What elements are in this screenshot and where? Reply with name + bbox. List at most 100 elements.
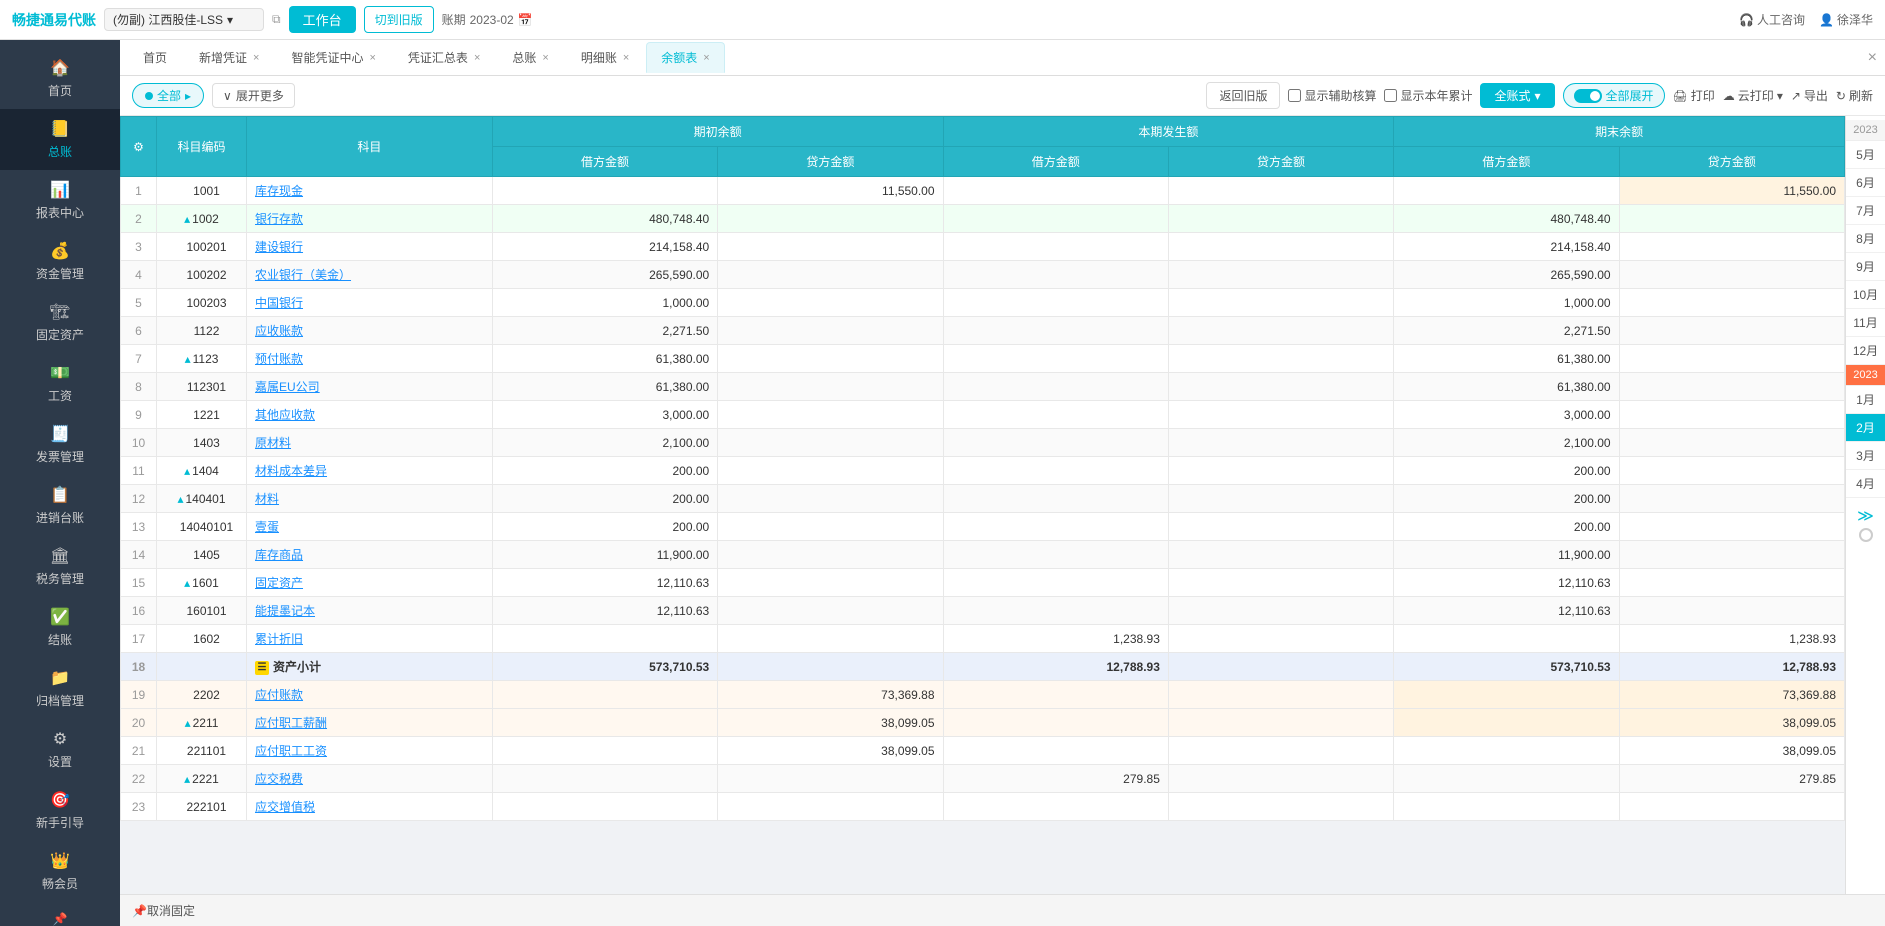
cloud-print-button[interactable]: ☁ 云打印 ▾ — [1723, 87, 1783, 104]
expand-right-icon[interactable]: ≫ — [1857, 506, 1874, 526]
amount-cell — [1168, 345, 1393, 373]
tab-balance-sheet[interactable]: 余额表 × — [646, 42, 724, 73]
row-name[interactable]: 材料 — [247, 485, 493, 513]
tab-new-voucher-close[interactable]: × — [253, 52, 259, 64]
filter-all-button[interactable]: 全部 ▸ — [132, 83, 204, 108]
show-aux-checkbox[interactable]: 显示辅助核算 — [1288, 87, 1376, 104]
row-name[interactable]: 预付账款 — [247, 345, 493, 373]
row-name[interactable]: ☰资产小计 — [247, 653, 493, 681]
amount-cell — [943, 513, 1168, 541]
amount-cell — [718, 261, 943, 289]
tab-voucher-summary-close[interactable]: × — [474, 52, 480, 64]
sidebar-item-settings[interactable]: ⚙ 设置 — [0, 719, 120, 780]
sidebar-item-purchase[interactable]: 📋 进销台账 — [0, 475, 120, 536]
amount-cell — [1168, 205, 1393, 233]
row-name[interactable]: 累计折旧 — [247, 625, 493, 653]
amount-cell: 61,380.00 — [1394, 373, 1619, 401]
amount-cell — [718, 429, 943, 457]
tab-smart-voucher-close[interactable]: × — [369, 52, 375, 64]
row-name[interactable]: 农业银行（美金） — [247, 261, 493, 289]
sidebar-item-archive[interactable]: 📁 归档管理 — [0, 658, 120, 719]
amount-cell: 200.00 — [492, 513, 717, 541]
show-ytd-checkbox[interactable]: 显示本年累计 — [1384, 87, 1472, 104]
tab-general-ledger-close[interactable]: × — [542, 52, 548, 64]
toggle-expand-button[interactable]: 全部展开 — [1563, 83, 1665, 108]
month-4[interactable]: 4月 — [1846, 470, 1885, 498]
company-selector[interactable]: (勿副) 江西股佳-LSS ▾ — [104, 8, 264, 31]
tab-new-voucher[interactable]: 新增凭证 × — [184, 42, 274, 73]
settings-col-header[interactable]: ⚙ — [121, 117, 157, 177]
tab-detail-ledger[interactable]: 明细账 × — [566, 42, 644, 73]
row-name[interactable]: 中国银行 — [247, 289, 493, 317]
user-avatar[interactable]: 👤 徐泽华 — [1819, 11, 1873, 28]
row-name[interactable]: 银行存款 — [247, 205, 493, 233]
tab-general-ledger[interactable]: 总账 × — [497, 42, 563, 73]
month-2[interactable]: 2月 — [1846, 414, 1885, 442]
goback-button[interactable]: 返回旧版 — [1206, 82, 1280, 109]
tab-detail-ledger-close[interactable]: × — [623, 52, 629, 64]
row-name[interactable]: 应付职工薪酬 — [247, 709, 493, 737]
month-10[interactable]: 10月 — [1846, 281, 1885, 309]
sidebar-bottom: 📌 取消固定 — [0, 902, 120, 926]
month-7[interactable]: 7月 — [1846, 197, 1885, 225]
show-ytd-input[interactable] — [1384, 89, 1397, 102]
sidebar-item-funds[interactable]: 💰 资金管理 — [0, 231, 120, 292]
sidebar-item-reports[interactable]: 📊 报表中心 — [0, 170, 120, 231]
copy-icon[interactable]: ⧉ — [272, 12, 281, 27]
amount-cell — [718, 373, 943, 401]
row-code: 1403 — [157, 429, 247, 457]
sidebar-item-assets[interactable]: 🏗 固定资产 — [0, 292, 120, 353]
month-12[interactable]: 12月 — [1846, 337, 1885, 365]
month-5[interactable]: 5月 — [1846, 141, 1885, 169]
unpin-bottom-label[interactable]: 取消固定 — [147, 902, 195, 919]
row-name[interactable]: 应交增值税 — [247, 793, 493, 821]
month-11[interactable]: 11月 — [1846, 309, 1885, 337]
tab-balance-sheet-close[interactable]: × — [703, 52, 709, 64]
row-name[interactable]: 能提墨记本 — [247, 597, 493, 625]
row-name[interactable]: 其他应收款 — [247, 401, 493, 429]
calendar-icon[interactable]: 📅 — [518, 13, 533, 27]
sidebar-item-guide[interactable]: 🎯 新手引导 — [0, 780, 120, 841]
tab-bar-close[interactable]: × — [1868, 49, 1877, 67]
circle-icon — [1859, 528, 1873, 542]
row-name[interactable]: 原材料 — [247, 429, 493, 457]
row-name[interactable]: 应付职工工资 — [247, 737, 493, 765]
sidebar-item-member[interactable]: 👑 畅会员 — [0, 841, 120, 902]
consult-button[interactable]: 🎧 人工咨询 — [1739, 11, 1805, 28]
row-name[interactable]: 固定资产 — [247, 569, 493, 597]
row-no: 3 — [121, 233, 157, 261]
export-button[interactable]: ↗ 导出 — [1791, 87, 1828, 104]
month-6[interactable]: 6月 — [1846, 169, 1885, 197]
row-name[interactable]: 库存商品 — [247, 541, 493, 569]
workbench-button[interactable]: 工作台 — [289, 6, 356, 33]
row-name[interactable]: 建设银行 — [247, 233, 493, 261]
switch-button[interactable]: 切到旧版 — [364, 6, 434, 33]
tab-voucher-summary[interactable]: 凭证汇总表 × — [393, 42, 495, 73]
print-button[interactable]: 🖨 打印 — [1673, 87, 1715, 104]
amount-cell — [943, 345, 1168, 373]
style-button[interactable]: 全账式 ▾ — [1480, 83, 1554, 108]
row-name[interactable]: 应付账款 — [247, 681, 493, 709]
row-name[interactable]: 应收账款 — [247, 317, 493, 345]
row-name[interactable]: 材料成本差异 — [247, 457, 493, 485]
show-aux-input[interactable] — [1288, 89, 1301, 102]
sidebar-item-invoice[interactable]: 🧾 发票管理 — [0, 414, 120, 475]
sidebar-item-tax[interactable]: 🏛 税务管理 — [0, 536, 120, 597]
row-name[interactable]: 壹蛋 — [247, 513, 493, 541]
row-name[interactable]: 嘉属EU公司 — [247, 373, 493, 401]
row-name[interactable]: 应交税费 — [247, 765, 493, 793]
month-9[interactable]: 9月 — [1846, 253, 1885, 281]
row-name[interactable]: 库存现金 — [247, 177, 493, 205]
sidebar-item-close[interactable]: ✅ 结账 — [0, 597, 120, 658]
expand-more-button[interactable]: ∨ 展开更多 — [212, 83, 295, 108]
month-1[interactable]: 1月 — [1846, 386, 1885, 414]
amount-cell — [1619, 569, 1844, 597]
refresh-button[interactable]: ↻ 刷新 — [1836, 87, 1873, 104]
month-8[interactable]: 8月 — [1846, 225, 1885, 253]
month-3[interactable]: 3月 — [1846, 442, 1885, 470]
tab-smart-voucher[interactable]: 智能凭证中心 × — [276, 42, 390, 73]
sidebar-item-home[interactable]: 🏠 首页 — [0, 48, 120, 109]
tab-home[interactable]: 首页 — [128, 42, 182, 73]
sidebar-item-salary[interactable]: 💵 工资 — [0, 353, 120, 414]
sidebar-item-ledger[interactable]: 📒 总账 — [0, 109, 120, 170]
